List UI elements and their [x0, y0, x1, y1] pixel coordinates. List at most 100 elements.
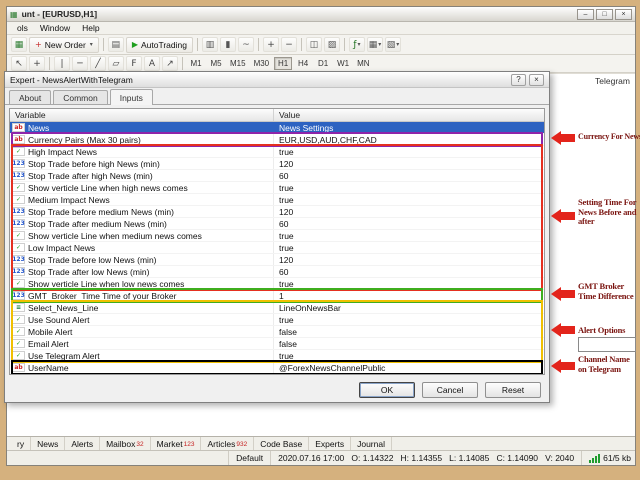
trendline-icon[interactable]: ╱ — [90, 56, 106, 71]
new-chart-icon[interactable]: ▦ — [11, 37, 27, 52]
line-chart-icon[interactable]: ~ — [237, 37, 254, 52]
terminal-tab-experts[interactable]: Experts — [309, 437, 352, 450]
variable-value[interactable]: 120 — [274, 159, 544, 169]
templates-icon[interactable]: ▧ ▾ — [384, 37, 401, 52]
terminal-tab-articles[interactable]: Articles 932 — [201, 437, 255, 450]
tile-windows-icon[interactable]: ◫ — [305, 37, 322, 52]
input-row-7[interactable]: ✓ Medium Impact News true — [10, 194, 544, 206]
input-row-8[interactable]: 123 Stop Trade before medium News (min) 12… — [10, 206, 544, 218]
column-header-variable[interactable]: Variable — [10, 109, 274, 121]
variable-value[interactable]: EUR,USD,AUD,CHF,CAD — [274, 135, 544, 145]
vertical-line-icon[interactable]: | — [54, 56, 70, 71]
input-row-20[interactable]: ✓ Use Telegram Alert true — [10, 350, 544, 362]
timeframe-m5[interactable]: M5 — [207, 57, 225, 70]
variable-value[interactable]: 60 — [274, 171, 544, 181]
variable-value[interactable]: 60 — [274, 267, 544, 277]
timeframe-m1[interactable]: M1 — [187, 57, 205, 70]
input-row-15[interactable]: 123 GMT_Broker_Time Time of your Broker 1 — [10, 290, 544, 302]
bar-chart-icon[interactable]: ▥ — [201, 37, 218, 52]
fibonacci-icon[interactable]: F — [126, 56, 142, 71]
variable-value[interactable]: true — [274, 183, 544, 193]
input-row-11[interactable]: ✓ Low Impact News true — [10, 242, 544, 254]
reset-button[interactable]: Reset — [485, 382, 541, 398]
variable-value[interactable]: 60 — [274, 219, 544, 229]
variable-value[interactable]: false — [274, 339, 544, 349]
cascade-windows-icon[interactable]: ▨ — [323, 37, 340, 52]
crosshair-icon[interactable]: + — [29, 56, 45, 71]
menu-item-help[interactable]: Help — [76, 23, 105, 33]
dialog-titlebar[interactable]: Expert - NewsAlertWithTelegram ? × — [5, 72, 549, 88]
variable-value[interactable]: 120 — [274, 255, 544, 265]
tab-common[interactable]: Common — [53, 90, 108, 104]
cancel-button[interactable]: Cancel — [422, 382, 478, 398]
variable-value[interactable]: 1 — [274, 291, 544, 301]
autotrading-button[interactable]: ▶ AutoTrading — [125, 36, 193, 53]
equidistant-channel-icon[interactable]: ▱ — [108, 56, 124, 71]
input-row-5[interactable]: 123 Stop Trade after high News (min) 60 — [10, 170, 544, 182]
status-profile[interactable]: Default — [229, 451, 272, 465]
variable-value[interactable]: true — [274, 351, 544, 361]
terminal-tab-news[interactable]: News — [31, 437, 66, 450]
terminal-tab-market[interactable]: Market 123 — [151, 437, 202, 450]
input-row-6[interactable]: ✓ Show verticle Line when high news comes… — [10, 182, 544, 194]
input-row-3[interactable]: ✓ High Impact News true — [10, 146, 544, 158]
timeframe-w1[interactable]: W1 — [334, 57, 352, 70]
terminal-tab-mailbox[interactable]: Mailbox 32 — [100, 437, 151, 450]
input-row-13[interactable]: 123 Stop Trade after low News (min) 60 — [10, 266, 544, 278]
input-row-16[interactable]: ≡ Select_News_Line LineOnNewsBar — [10, 302, 544, 314]
input-row-10[interactable]: ✓ Show verticle Line when medium news com… — [10, 230, 544, 242]
variable-value[interactable]: true — [274, 243, 544, 253]
input-row-12[interactable]: 123 Stop Trade before low News (min) 120 — [10, 254, 544, 266]
variable-value[interactable]: 120 — [274, 207, 544, 217]
terminal-tab-code-base[interactable]: Code Base — [254, 437, 310, 450]
input-row-14[interactable]: ✓ Show verticle Line when low news comes t… — [10, 278, 544, 290]
window-titlebar[interactable]: ▦ unt - [EURUSD,H1] – □ × — [7, 7, 635, 22]
variable-value[interactable]: true — [274, 279, 544, 289]
timeframe-h4[interactable]: H4 — [294, 57, 312, 70]
restore-button[interactable]: □ — [596, 8, 613, 20]
horizontal-line-icon[interactable]: ─ — [72, 56, 88, 71]
zoom-out-icon[interactable]: − — [280, 37, 297, 52]
variable-value[interactable]: News Settings — [274, 123, 544, 133]
input-row-17[interactable]: ✓ Use Sound Alert true — [10, 314, 544, 326]
dialog-help-button[interactable]: ? — [511, 73, 526, 86]
timeframe-m30[interactable]: M30 — [251, 57, 273, 70]
terminal-tab-journal[interactable]: Journal — [351, 437, 392, 450]
close-button[interactable]: × — [615, 8, 632, 20]
terminal-tab-alerts[interactable]: Alerts — [65, 437, 101, 450]
tab-about[interactable]: About — [9, 90, 52, 104]
dialog-close-button[interactable]: × — [529, 73, 544, 86]
input-row-9[interactable]: 123 Stop Trade after medium News (min) 60 — [10, 218, 544, 230]
new-order-button[interactable]: + New Order ▾ — [29, 36, 99, 53]
variable-value[interactable]: @ForexNewsChannelPublic — [274, 363, 544, 373]
input-row-19[interactable]: ✓ Email Alert false — [10, 338, 544, 350]
ok-button[interactable]: OK — [359, 382, 415, 398]
profiles-icon[interactable]: ▤ — [107, 37, 124, 52]
timeframe-m15[interactable]: M15 — [227, 57, 249, 70]
terminal-tab-ry[interactable]: ry — [11, 437, 32, 450]
input-row-1[interactable]: ab News News Settings — [10, 122, 544, 134]
menu-item-window[interactable]: Window — [34, 23, 76, 33]
input-row-21[interactable]: ab UserName @ForexNewsChannelPublic — [10, 362, 544, 374]
candlestick-chart-icon[interactable]: ▮ — [219, 37, 236, 52]
cursor-icon[interactable]: ↖ — [11, 56, 27, 71]
timeframe-h1[interactable]: H1 — [274, 57, 293, 70]
input-row-4[interactable]: 123 Stop Trade before high News (min) 120 — [10, 158, 544, 170]
input-row-18[interactable]: ✓ Mobile Alert false — [10, 326, 544, 338]
variable-value[interactable]: true — [274, 315, 544, 325]
arrow-objects-icon[interactable]: ↗ — [162, 56, 178, 71]
indicators-icon[interactable]: ƒ ▾ — [348, 37, 365, 52]
variable-value[interactable]: LineOnNewsBar — [274, 303, 544, 313]
tab-inputs[interactable]: Inputs — [109, 89, 153, 105]
timeframe-mn[interactable]: MN — [354, 57, 372, 70]
input-row-2[interactable]: ab Currency Pairs (Max 30 pairs) EUR,USD,A… — [10, 134, 544, 146]
variable-value[interactable]: true — [274, 231, 544, 241]
minimize-button[interactable]: – — [577, 8, 594, 20]
variable-value[interactable]: false — [274, 327, 544, 337]
text-label-icon[interactable]: A — [144, 56, 160, 71]
periods-icon[interactable]: ▦ ▾ — [366, 37, 383, 52]
menu-item-ols[interactable]: ols — [11, 23, 34, 33]
variable-value[interactable]: true — [274, 147, 544, 157]
zoom-in-icon[interactable]: + — [262, 37, 279, 52]
variable-value[interactable]: true — [274, 195, 544, 205]
